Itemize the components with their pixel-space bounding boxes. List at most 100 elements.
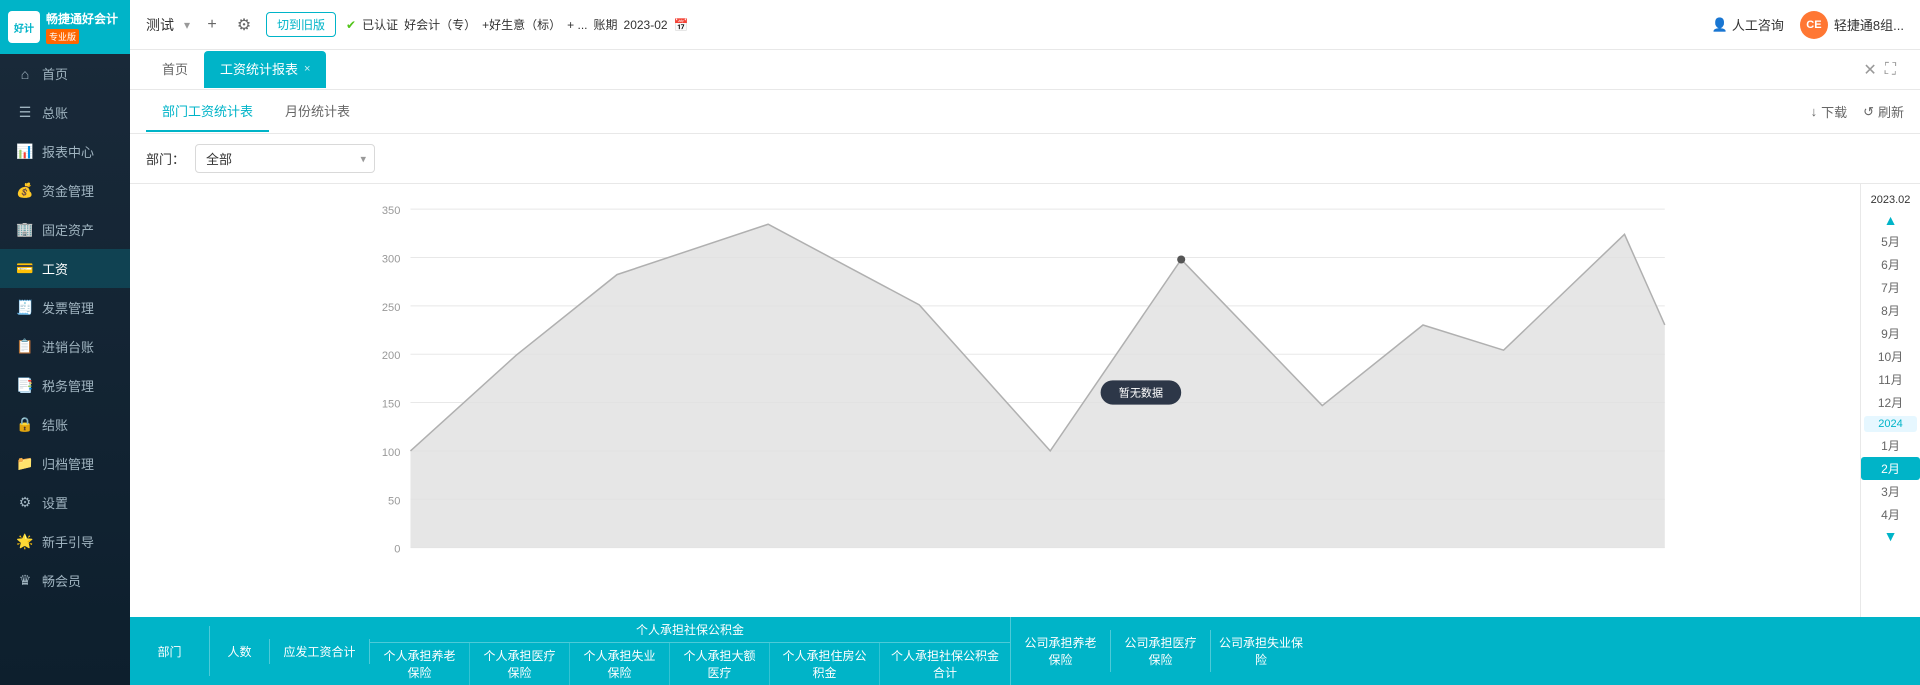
sidebar-label-reports: 报表中心 bbox=[42, 142, 94, 161]
dropdown-arrow-icon: ▾ bbox=[360, 152, 366, 165]
certified-icon: ✔ bbox=[346, 18, 356, 32]
sidebar-label-salary: 工资 bbox=[42, 259, 68, 278]
window-controls: ✕ ⛶ bbox=[1863, 60, 1904, 80]
sidebar-item-archive[interactable]: 📁 归档管理 bbox=[0, 444, 130, 483]
svg-text:150: 150 bbox=[382, 399, 400, 411]
th-company-unemployment: 公司承担失业保险 bbox=[1211, 630, 1311, 672]
sidebar-label-ledger: 总账 bbox=[42, 103, 68, 122]
status-tag-1: 好会计（专） bbox=[404, 16, 476, 33]
rp-month-10[interactable]: 10月 bbox=[1861, 345, 1920, 368]
close-panel-button[interactable]: ✕ bbox=[1863, 60, 1876, 80]
sidebar-label-funds: 资金管理 bbox=[42, 181, 94, 200]
help-icon: 👤 bbox=[1712, 17, 1728, 33]
tab-close-button[interactable]: × bbox=[304, 63, 310, 75]
sidebar-label-assets: 固定资产 bbox=[42, 220, 94, 239]
svg-text:0: 0 bbox=[394, 544, 400, 556]
sidebar-item-closing[interactable]: 🔒 结账 bbox=[0, 405, 130, 444]
calendar-icon[interactable]: 📅 bbox=[674, 18, 689, 32]
sidebar-item-vip[interactable]: ♛ 畅会员 bbox=[0, 561, 130, 600]
rp-month-8[interactable]: 8月 bbox=[1861, 299, 1920, 322]
main-wrapper: 测试 ▾ + ⚙ 切到旧版 ✔ 已认证 好会计（专） +好生意（标） + ...… bbox=[130, 0, 1920, 685]
help-button[interactable]: 👤 人工咨询 bbox=[1712, 15, 1784, 34]
topbar-status: ✔ 已认证 好会计（专） +好生意（标） + ... 账期 2023-02 📅 bbox=[346, 16, 688, 33]
reports-icon: 📊 bbox=[16, 143, 34, 160]
dept-filter-value: 全部 bbox=[206, 149, 232, 168]
svg-text:250: 250 bbox=[382, 302, 400, 314]
table-header: 部门 人数 应发工资合计 个人承担社保公积金 个人承担养老保险 个人承担医疗保险… bbox=[130, 617, 1920, 685]
chart-container: 350 300 250 200 150 100 50 0 bbox=[130, 184, 1860, 617]
rp-month-2-active[interactable]: 2月 bbox=[1861, 457, 1920, 480]
tab-salary-stats[interactable]: 工资统计报表 × bbox=[204, 51, 326, 88]
rp-month-11[interactable]: 11月 bbox=[1861, 368, 1920, 391]
sidebar-item-settings[interactable]: ⚙ 设置 bbox=[0, 483, 130, 522]
rp-month-9[interactable]: 9月 bbox=[1861, 322, 1920, 345]
rp-current-period: 2023.02 bbox=[1861, 190, 1920, 210]
period-value: 2023-02 bbox=[624, 18, 668, 32]
th-personal-unemployment: 个人承担失业保险 bbox=[570, 643, 670, 685]
svg-text:暂无数据: 暂无数据 bbox=[1119, 386, 1163, 400]
subtab-monthly[interactable]: 月份统计表 bbox=[269, 91, 366, 132]
period-label: 账期 bbox=[594, 16, 618, 33]
th-personal-total: 个人承担社保公积金合计 bbox=[880, 643, 1010, 685]
refresh-button[interactable]: ↺ 刷新 bbox=[1863, 102, 1904, 121]
subtab-dept-label: 部门工资统计表 bbox=[162, 104, 253, 119]
th-personal-pension: 个人承担养老保险 bbox=[370, 643, 470, 685]
sidebar-label-closing: 结账 bbox=[42, 415, 68, 434]
logo-icon: 好计 bbox=[8, 11, 40, 43]
chart-area bbox=[410, 224, 1664, 547]
tab-home[interactable]: 首页 bbox=[146, 51, 204, 88]
th-group-personal-subs: 个人承担养老保险 个人承担医疗保险 个人承担失业保险 个人承担大额医疗 个人承担… bbox=[370, 643, 1010, 685]
sidebar-item-ledger[interactable]: ☰ 总账 bbox=[0, 93, 130, 132]
sidebar-item-purchase[interactable]: 📋 进销台账 bbox=[0, 327, 130, 366]
dept-filter-select[interactable]: 全部 ▾ bbox=[195, 144, 375, 173]
rp-year-2024: 2024 bbox=[1864, 416, 1917, 432]
sidebar-label-home: 首页 bbox=[42, 64, 68, 83]
status-tag-more: + ... bbox=[567, 18, 587, 32]
status-tag-2: +好生意（标） bbox=[482, 16, 561, 33]
sidebar-item-tax[interactable]: 📑 税务管理 bbox=[0, 366, 130, 405]
ledger-icon: ☰ bbox=[16, 104, 34, 121]
add-button[interactable]: + bbox=[200, 13, 224, 37]
maximize-panel-button[interactable]: ⛶ bbox=[1885, 61, 1896, 79]
sidebar-label-guide: 新手引导 bbox=[42, 532, 94, 551]
sidebar-label-settings: 设置 bbox=[42, 493, 68, 512]
rp-up-button[interactable]: ▲ bbox=[1882, 210, 1900, 230]
gear-button[interactable]: ⚙ bbox=[232, 13, 256, 37]
sidebar-label-invoice: 发票管理 bbox=[42, 298, 94, 317]
dropdown-arrow[interactable]: ▾ bbox=[184, 18, 190, 32]
subtab-right: ↓ 下载 ↺ 刷新 bbox=[1811, 102, 1904, 121]
th-personal-medical: 个人承担医疗保险 bbox=[470, 643, 570, 685]
rp-month-6[interactable]: 6月 bbox=[1861, 253, 1920, 276]
status-certified: 已认证 bbox=[362, 16, 398, 33]
tax-icon: 📑 bbox=[16, 377, 34, 394]
sidebar-item-reports[interactable]: 📊 报表中心 bbox=[0, 132, 130, 171]
user-avatar: CE bbox=[1800, 11, 1828, 39]
funds-icon: 💰 bbox=[16, 182, 34, 199]
switch-version-button[interactable]: 切到旧版 bbox=[266, 12, 336, 37]
sidebar-item-invoice[interactable]: 🧾 发票管理 bbox=[0, 288, 130, 327]
rp-month-12[interactable]: 12月 bbox=[1861, 391, 1920, 414]
rp-month-1[interactable]: 1月 bbox=[1861, 434, 1920, 457]
rp-month-4[interactable]: 4月 bbox=[1861, 503, 1920, 526]
sidebar-item-home[interactable]: ⌂ 首页 bbox=[0, 54, 130, 93]
sidebar-item-assets[interactable]: 🏢 固定资产 bbox=[0, 210, 130, 249]
download-icon: ↓ bbox=[1811, 104, 1818, 119]
sidebar-item-salary[interactable]: 💳 工资 bbox=[0, 249, 130, 288]
sidebar-item-funds[interactable]: 💰 资金管理 bbox=[0, 171, 130, 210]
rp-month-3[interactable]: 3月 bbox=[1861, 480, 1920, 503]
topbar-right: 👤 人工咨询 CE 轻捷通8组... bbox=[1712, 11, 1904, 39]
rp-month-7[interactable]: 7月 bbox=[1861, 276, 1920, 299]
sidebar-label-vip: 畅会员 bbox=[42, 571, 81, 590]
rp-down-button[interactable]: ▼ bbox=[1882, 526, 1900, 546]
archive-icon: 📁 bbox=[16, 455, 34, 472]
sidebar-label-archive: 归档管理 bbox=[42, 454, 94, 473]
sidebar-item-guide[interactable]: 🌟 新手引导 bbox=[0, 522, 130, 561]
subtab-dept[interactable]: 部门工资统计表 bbox=[146, 91, 269, 132]
tabbar: 首页 工资统计报表 × ✕ ⛶ bbox=[130, 50, 1920, 90]
th-personal-housing-fund: 个人承担住房公积金 bbox=[770, 643, 880, 685]
project-title: 测试 bbox=[146, 15, 174, 35]
rp-month-5[interactable]: 5月 bbox=[1861, 230, 1920, 253]
th-group-personal-title: 个人承担社保公积金 bbox=[370, 617, 1010, 643]
user-menu[interactable]: CE 轻捷通8组... bbox=[1800, 11, 1904, 39]
download-button[interactable]: ↓ 下载 bbox=[1811, 102, 1848, 121]
